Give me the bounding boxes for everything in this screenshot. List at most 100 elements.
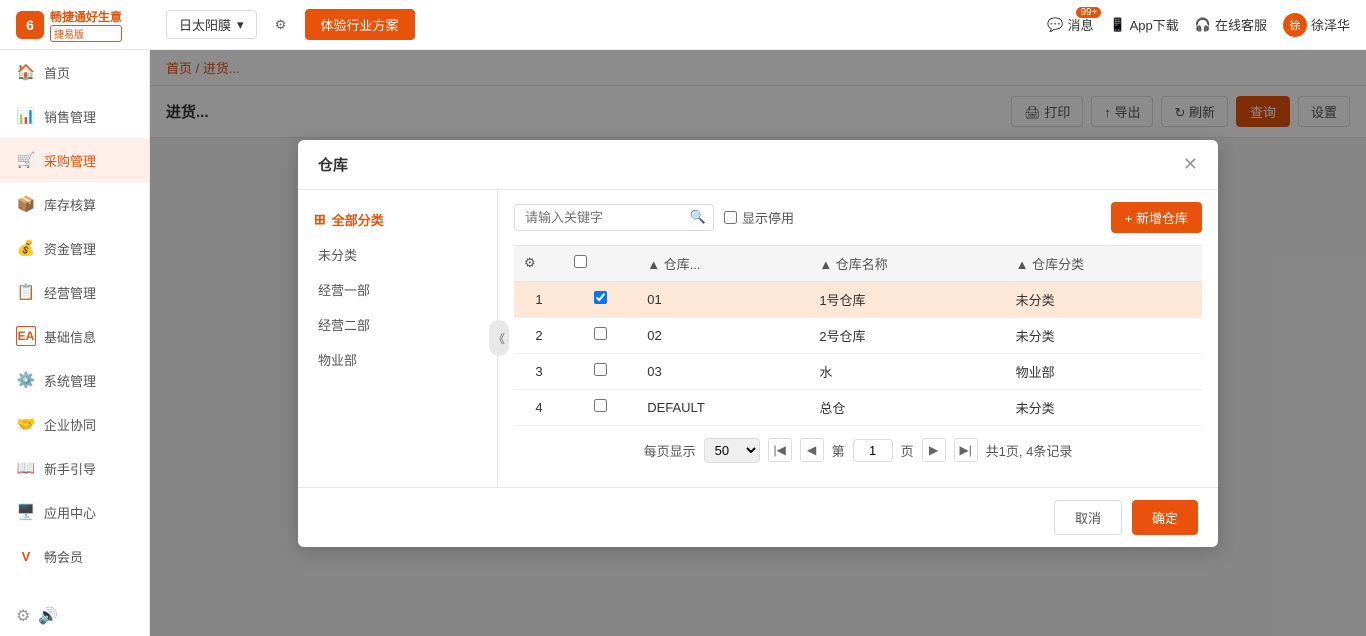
modal-header: 仓库 ✕ bbox=[298, 140, 1218, 190]
modal-footer: 取消 确定 bbox=[298, 487, 1218, 547]
modal-overlay: 仓库 ✕ 《 ⊞ 全部分类 未分类 经营一部 经营二部 bbox=[150, 50, 1366, 636]
topbar-right: 💬 消息 99+ 📱 App下载 🎧 在线客服 徐 徐泽华 bbox=[1047, 13, 1350, 37]
sidebar-item-home[interactable]: 🏠 首页 bbox=[0, 50, 149, 94]
vip-icon: V bbox=[16, 546, 36, 566]
topbar: 6 畅捷通好生意 捷易版 日太阳膜 ▾ ⚙ 体验行业方案 💬 消息 99+ 📱 … bbox=[0, 0, 1366, 50]
gear-icon: ⚙ bbox=[524, 255, 536, 270]
all-categories[interactable]: ⊞ 全部分类 bbox=[298, 202, 497, 237]
row-code: 02 bbox=[637, 317, 809, 353]
logo-icon: 6 bbox=[16, 11, 44, 39]
system-icon: ⚙️ bbox=[16, 370, 36, 390]
modal-body: 《 ⊞ 全部分类 未分类 经营一部 经营二部 物业部 bbox=[298, 190, 1218, 487]
col-name: ▲ 仓库名称 bbox=[809, 245, 1005, 281]
volume-icon[interactable]: 🔊 bbox=[38, 606, 58, 626]
first-page-button[interactable]: |◀ bbox=[768, 438, 792, 462]
sidebar-item-vip[interactable]: V 畅会员 bbox=[0, 534, 149, 578]
chevron-down-icon: ▾ bbox=[237, 17, 244, 33]
collapse-button[interactable]: 《 bbox=[489, 320, 509, 356]
settings-icon[interactable]: ⚙ bbox=[265, 9, 297, 41]
row-checkbox[interactable] bbox=[564, 281, 637, 317]
logo-text: 畅捷通好生意 捷易版 bbox=[50, 8, 122, 42]
row-code: DEFAULT bbox=[637, 389, 809, 425]
row-num: 4 bbox=[514, 389, 564, 425]
row-code: 03 bbox=[637, 353, 809, 389]
sidebar: 🏠 首页 📊 销售管理 🛒 采购管理 📦 库存核算 💰 资金管理 📋 经营管理 … bbox=[0, 50, 150, 636]
logo: 6 畅捷通好生意 捷易版 bbox=[16, 8, 156, 42]
modal-title: 仓库 bbox=[318, 154, 348, 175]
sidebar-item-operations[interactable]: 📋 经营管理 bbox=[0, 270, 149, 314]
confirm-button[interactable]: 确定 bbox=[1132, 500, 1198, 535]
category-operations1[interactable]: 经营一部 bbox=[298, 272, 497, 307]
row-checkbox[interactable] bbox=[564, 317, 637, 353]
col-settings: ⚙ bbox=[514, 245, 564, 281]
operations-icon: 📋 bbox=[16, 282, 36, 302]
table-row[interactable]: 4 DEFAULT 总仓 未分类 bbox=[514, 389, 1202, 425]
cancel-button[interactable]: 取消 bbox=[1054, 500, 1122, 535]
row-category: 物业部 bbox=[1006, 353, 1202, 389]
warehouse-table: ⚙ ▲ 仓库... ▲ 仓库名称 ▲ 仓库分类 1 01 bbox=[514, 245, 1202, 426]
store-selector[interactable]: 日太阳膜 ▾ bbox=[166, 10, 257, 39]
page-input[interactable] bbox=[853, 439, 893, 462]
warehouse-modal: 仓库 ✕ 《 ⊞ 全部分类 未分类 经营一部 经营二部 bbox=[298, 140, 1218, 547]
table-row[interactable]: 2 02 2号仓库 未分类 bbox=[514, 317, 1202, 353]
row-checkbox[interactable] bbox=[564, 389, 637, 425]
search-icon[interactable]: 🔍 bbox=[690, 209, 706, 225]
row-num: 2 bbox=[514, 317, 564, 353]
sidebar-item-app-center[interactable]: 🖥️ 应用中心 bbox=[0, 490, 149, 534]
search-input-wrap: 🔍 bbox=[514, 204, 714, 231]
try-industry-button[interactable]: 体验行业方案 bbox=[305, 9, 415, 40]
row-code: 01 bbox=[637, 281, 809, 317]
row-checkbox[interactable] bbox=[564, 353, 637, 389]
inventory-icon: 📦 bbox=[16, 194, 36, 214]
show-disabled-label[interactable]: 显示停用 bbox=[724, 208, 794, 227]
sidebar-item-finance[interactable]: 💰 资金管理 bbox=[0, 226, 149, 270]
content-area: 首页 / 进货... 进货... 🖨 打印 ↑ 导出 ↻ 刷新 查询 设置 仓库… bbox=[150, 50, 1366, 636]
category-unclassified[interactable]: 未分类 bbox=[298, 237, 497, 272]
sidebar-item-system[interactable]: ⚙️ 系统管理 bbox=[0, 358, 149, 402]
close-icon[interactable]: ✕ bbox=[1183, 154, 1198, 175]
sidebar-item-inventory[interactable]: 📦 库存核算 bbox=[0, 182, 149, 226]
table-row[interactable]: 1 01 1号仓库 未分类 bbox=[514, 281, 1202, 317]
select-all-checkbox[interactable] bbox=[574, 255, 587, 268]
category-operations2[interactable]: 经营二部 bbox=[298, 307, 497, 342]
row-name: 2号仓库 bbox=[809, 317, 1005, 353]
row-num: 3 bbox=[514, 353, 564, 389]
grid-icon: ⊞ bbox=[314, 211, 326, 228]
show-disabled-checkbox[interactable] bbox=[724, 211, 737, 224]
table-header: ⚙ ▲ 仓库... ▲ 仓库名称 ▲ 仓库分类 bbox=[514, 245, 1202, 281]
home-icon: 🏠 bbox=[16, 62, 36, 82]
next-page-button[interactable]: ▶ bbox=[922, 438, 946, 462]
row-name: 1号仓库 bbox=[809, 281, 1005, 317]
category-property[interactable]: 物业部 bbox=[298, 342, 497, 377]
row-num: 1 bbox=[514, 281, 564, 317]
sidebar-item-base-info[interactable]: EA 基础信息 bbox=[0, 314, 149, 358]
app-center-icon: 🖥️ bbox=[16, 502, 36, 522]
col-code: ▲ 仓库... bbox=[637, 245, 809, 281]
sidebar-item-purchase[interactable]: 🛒 采购管理 bbox=[0, 138, 149, 182]
base-info-icon: EA bbox=[16, 326, 36, 346]
sidebar-bottom: ⚙ 🔊 bbox=[0, 596, 149, 636]
guide-icon: 📖 bbox=[16, 458, 36, 478]
row-category: 未分类 bbox=[1006, 281, 1202, 317]
user-profile[interactable]: 徐 徐泽华 bbox=[1283, 13, 1350, 37]
right-panel: 🔍 显示停用 + 新增仓库 bbox=[498, 190, 1218, 487]
sidebar-item-enterprise[interactable]: 🤝 企业协同 bbox=[0, 402, 149, 446]
customer-service-item[interactable]: 🎧 在线客服 bbox=[1195, 15, 1267, 34]
enterprise-icon: 🤝 bbox=[16, 414, 36, 434]
sales-icon: 📊 bbox=[16, 106, 36, 126]
message-icon: 💬 bbox=[1047, 17, 1063, 33]
search-input[interactable] bbox=[514, 204, 714, 231]
last-page-button[interactable]: ▶| bbox=[954, 438, 978, 462]
add-warehouse-button[interactable]: + 新增仓库 bbox=[1111, 202, 1202, 233]
col-category: ▲ 仓库分类 bbox=[1006, 245, 1202, 281]
message-item[interactable]: 💬 消息 99+ bbox=[1047, 15, 1093, 34]
table-row[interactable]: 3 03 水 物业部 bbox=[514, 353, 1202, 389]
prev-page-button[interactable]: ◀ bbox=[800, 438, 824, 462]
col-checkbox bbox=[564, 245, 637, 281]
setting-bottom-icon[interactable]: ⚙ bbox=[16, 606, 30, 626]
app-download-item[interactable]: 📱 App下载 bbox=[1109, 15, 1178, 34]
sidebar-item-sales[interactable]: 📊 销售管理 bbox=[0, 94, 149, 138]
row-category: 未分类 bbox=[1006, 317, 1202, 353]
sidebar-item-guide[interactable]: 📖 新手引导 bbox=[0, 446, 149, 490]
per-page-select[interactable]: 50 20 100 bbox=[704, 438, 760, 463]
